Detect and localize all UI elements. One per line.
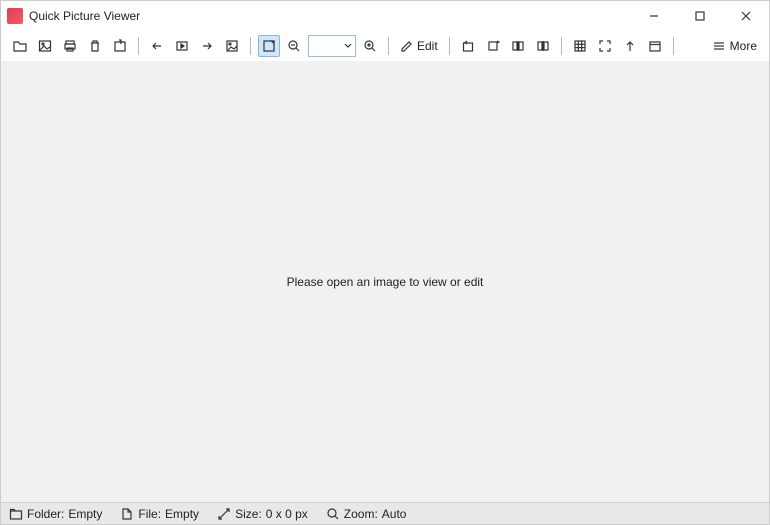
- autozoom-icon: [262, 39, 276, 53]
- window-title: Quick Picture Viewer: [29, 9, 631, 23]
- frameless-button[interactable]: [644, 35, 666, 57]
- chevron-down-icon: [344, 42, 352, 50]
- external-icon: [113, 39, 127, 53]
- trash-icon: [88, 39, 102, 53]
- file-icon: [120, 507, 134, 521]
- zoom-icon: [326, 507, 340, 521]
- fullscreen-icon: [598, 39, 612, 53]
- titlebar: Quick Picture Viewer: [1, 1, 769, 31]
- status-folder-value: Empty: [68, 507, 102, 521]
- status-zoom-value: Auto: [382, 507, 407, 521]
- rotate-left-icon: [461, 39, 475, 53]
- close-icon: [741, 11, 751, 21]
- arrow-left-icon: [150, 39, 164, 53]
- toolbar: Edit More: [1, 31, 769, 61]
- flip-horizontal-icon: [511, 39, 525, 53]
- flip-vertical-icon: [536, 39, 550, 53]
- fullscreen-button[interactable]: [594, 35, 616, 57]
- maximize-button[interactable]: [677, 1, 723, 31]
- separator: [388, 37, 389, 55]
- more-button[interactable]: More: [708, 35, 761, 57]
- info-button[interactable]: [221, 35, 243, 57]
- status-size-label: Size:: [235, 507, 262, 521]
- external-button[interactable]: [109, 35, 131, 57]
- status-file: File: Empty: [120, 507, 199, 521]
- maximize-icon: [695, 11, 705, 21]
- image-save-icon: [38, 39, 52, 53]
- folder-open-icon: [13, 39, 27, 53]
- close-button[interactable]: [723, 1, 769, 31]
- status-file-label: File:: [138, 507, 161, 521]
- statusbar: Folder: Empty File: Empty Size: 0 x 0 px…: [1, 502, 769, 524]
- arrow-up-icon: [623, 39, 637, 53]
- flip-v-button[interactable]: [532, 35, 554, 57]
- autozoom-button[interactable]: [258, 35, 280, 57]
- folder-icon: [9, 507, 23, 521]
- status-file-value: Empty: [165, 507, 199, 521]
- status-size-value: 0 x 0 px: [266, 507, 308, 521]
- minimize-button[interactable]: [631, 1, 677, 31]
- slideshow-button[interactable]: [171, 35, 193, 57]
- grid-icon: [573, 39, 587, 53]
- status-zoom-label: Zoom:: [344, 507, 378, 521]
- save-as-button[interactable]: [34, 35, 56, 57]
- separator: [561, 37, 562, 55]
- status-size: Size: 0 x 0 px: [217, 507, 308, 521]
- status-zoom: Zoom: Auto: [326, 507, 407, 521]
- minimize-icon: [649, 11, 659, 21]
- open-button[interactable]: [9, 35, 31, 57]
- zoom-out-button[interactable]: [283, 35, 305, 57]
- ontop-button[interactable]: [619, 35, 641, 57]
- separator: [250, 37, 251, 55]
- rotate-left-button[interactable]: [457, 35, 479, 57]
- zoom-in-icon: [363, 39, 377, 53]
- dimensions-icon: [217, 507, 231, 521]
- checkerboard-button[interactable]: [569, 35, 591, 57]
- zoom-out-icon: [287, 39, 301, 53]
- pencil-icon: [400, 39, 414, 53]
- rotate-right-button[interactable]: [482, 35, 504, 57]
- edit-button[interactable]: Edit: [396, 35, 442, 57]
- image-info-icon: [225, 39, 239, 53]
- separator: [138, 37, 139, 55]
- image-canvas: Please open an image to view or edit: [1, 61, 769, 502]
- print-button[interactable]: [59, 35, 81, 57]
- window-controls: [631, 1, 769, 31]
- prev-button[interactable]: [146, 35, 168, 57]
- flip-h-button[interactable]: [507, 35, 529, 57]
- print-icon: [63, 39, 77, 53]
- app-icon: [7, 8, 23, 24]
- zoom-in-button[interactable]: [359, 35, 381, 57]
- separator: [673, 37, 674, 55]
- more-label: More: [730, 39, 757, 53]
- status-folder: Folder: Empty: [9, 507, 102, 521]
- hamburger-icon: [712, 40, 726, 52]
- delete-button[interactable]: [84, 35, 106, 57]
- zoom-combo[interactable]: [308, 35, 356, 57]
- next-button[interactable]: [196, 35, 218, 57]
- frameless-icon: [648, 39, 662, 53]
- status-folder-label: Folder:: [27, 507, 64, 521]
- edit-label: Edit: [417, 39, 438, 53]
- separator: [449, 37, 450, 55]
- canvas-placeholder: Please open an image to view or edit: [287, 275, 484, 289]
- rotate-right-icon: [486, 39, 500, 53]
- slideshow-icon: [175, 39, 189, 53]
- arrow-right-icon: [200, 39, 214, 53]
